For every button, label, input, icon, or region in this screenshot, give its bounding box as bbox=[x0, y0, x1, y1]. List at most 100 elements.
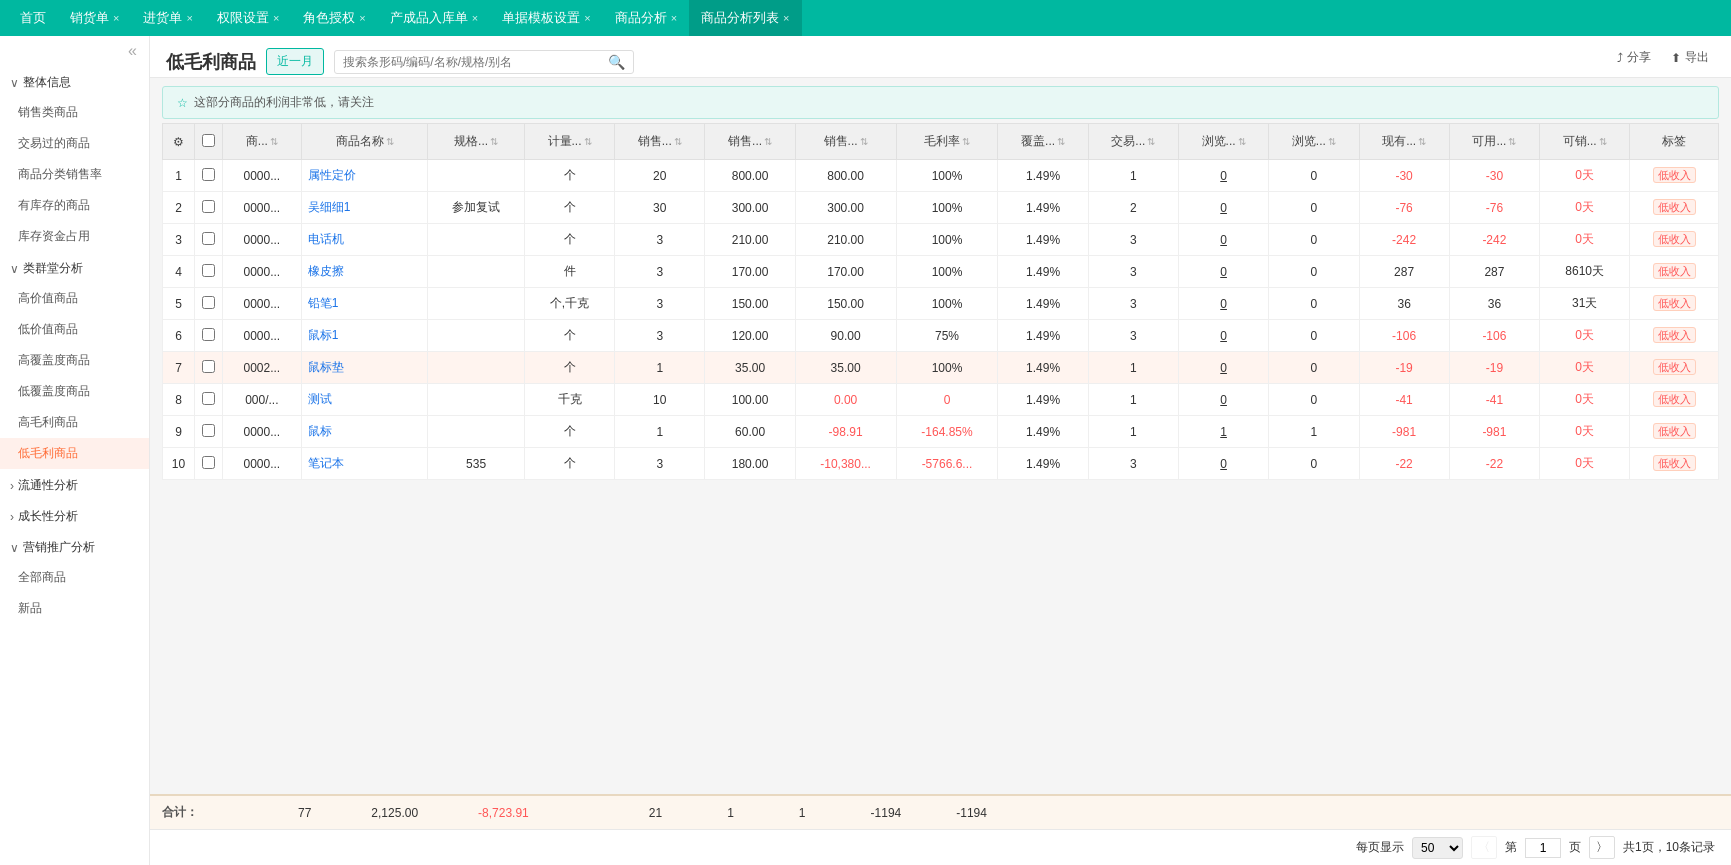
cell-browse1[interactable]: 0 bbox=[1178, 384, 1268, 416]
row-checkbox[interactable] bbox=[202, 392, 215, 405]
sidebar-item-high-value[interactable]: 高价值商品 bbox=[0, 283, 149, 314]
sidebar-group-growth[interactable]: › 成长性分析 bbox=[0, 500, 149, 531]
cell-browse1[interactable]: 0 bbox=[1178, 320, 1268, 352]
cell-name[interactable]: 鼠标 bbox=[301, 416, 428, 448]
row-checkbox[interactable] bbox=[202, 264, 215, 277]
nav-purchase-close[interactable]: × bbox=[186, 12, 192, 24]
row-checkbox[interactable] bbox=[202, 424, 215, 437]
sidebar-item-sales-products[interactable]: 销售类商品 bbox=[0, 97, 149, 128]
cell-browse1[interactable]: 0 bbox=[1178, 160, 1268, 192]
row-checkbox[interactable] bbox=[202, 168, 215, 181]
cell-checkbox[interactable] bbox=[195, 224, 223, 256]
table-row[interactable]: 5 0000... 铅笔1 个,千克 3 150.00 150.00 100% … bbox=[163, 288, 1719, 320]
cell-checkbox[interactable] bbox=[195, 160, 223, 192]
nav-permissions[interactable]: 权限设置 × bbox=[205, 0, 291, 36]
sidebar-group-circulation[interactable]: › 流通性分析 bbox=[0, 469, 149, 500]
nav-purchase[interactable]: 进货单 × bbox=[131, 0, 204, 36]
sidebar-item-inventory-products[interactable]: 有库存的商品 bbox=[0, 190, 149, 221]
nav-product-entry[interactable]: 产成品入库单 × bbox=[378, 0, 490, 36]
cell-checkbox[interactable] bbox=[195, 288, 223, 320]
row-checkbox[interactable] bbox=[202, 360, 215, 373]
nav-template-close[interactable]: × bbox=[584, 12, 590, 24]
nav-permissions-close[interactable]: × bbox=[273, 12, 279, 24]
sidebar-group-overall[interactable]: ∨ 整体信息 bbox=[0, 66, 149, 97]
nav-sales-close[interactable]: × bbox=[113, 12, 119, 24]
sidebar-item-low-coverage[interactable]: 低覆盖度商品 bbox=[0, 376, 149, 407]
export-button[interactable]: ⬆ 导出 bbox=[1665, 46, 1715, 69]
cell-name[interactable]: 笔记本 bbox=[301, 448, 428, 480]
col-settings[interactable]: ⚙ bbox=[163, 124, 195, 160]
cell-checkbox[interactable] bbox=[195, 256, 223, 288]
nav-template[interactable]: 单据模板设置 × bbox=[490, 0, 602, 36]
cell-name[interactable]: 测试 bbox=[301, 384, 428, 416]
nav-product-analysis-list[interactable]: 商品分析列表 × bbox=[689, 0, 801, 36]
cell-checkbox[interactable] bbox=[195, 416, 223, 448]
cell-browse1[interactable]: 0 bbox=[1178, 288, 1268, 320]
table-row[interactable]: 9 0000... 鼠标 个 1 60.00 -98.91 -164.85% 1… bbox=[163, 416, 1719, 448]
per-page-select[interactable]: 50 10 20 100 bbox=[1412, 837, 1463, 859]
table-row[interactable]: 2 0000... 吴细细1 参加复试 个 30 300.00 300.00 1… bbox=[163, 192, 1719, 224]
sidebar-item-high-margin[interactable]: 高毛利商品 bbox=[0, 407, 149, 438]
cell-checkbox[interactable] bbox=[195, 384, 223, 416]
sidebar-item-inventory-capital[interactable]: 库存资金占用 bbox=[0, 221, 149, 252]
table-row[interactable]: 3 0000... 电话机 个 3 210.00 210.00 100% 1.4… bbox=[163, 224, 1719, 256]
sidebar-item-new-products[interactable]: 新品 bbox=[0, 593, 149, 624]
cell-name[interactable]: 吴细细1 bbox=[301, 192, 428, 224]
table-row[interactable]: 6 0000... 鼠标1 个 3 120.00 90.00 75% 1.49%… bbox=[163, 320, 1719, 352]
cell-name[interactable]: 鼠标1 bbox=[301, 320, 428, 352]
search-input[interactable] bbox=[343, 55, 608, 69]
nav-roles-close[interactable]: × bbox=[359, 12, 365, 24]
sidebar-item-category-sales-rate[interactable]: 商品分类销售率 bbox=[0, 159, 149, 190]
cell-checkbox[interactable] bbox=[195, 320, 223, 352]
row-checkbox[interactable] bbox=[202, 232, 215, 245]
sidebar-item-traded-products[interactable]: 交易过的商品 bbox=[0, 128, 149, 159]
sidebar-group-cluster[interactable]: ∨ 类群堂分析 bbox=[0, 252, 149, 283]
table-row[interactable]: 8 000/... 测试 千克 10 100.00 0.00 0 1.49% 1… bbox=[163, 384, 1719, 416]
next-page-btn[interactable]: 〉 bbox=[1589, 836, 1615, 859]
cell-browse1[interactable]: 0 bbox=[1178, 352, 1268, 384]
cell-checkbox[interactable] bbox=[195, 192, 223, 224]
table-row[interactable]: 1 0000... 属性定价 个 20 800.00 800.00 100% 1… bbox=[163, 160, 1719, 192]
tab-recent-month[interactable]: 近一月 bbox=[266, 48, 324, 75]
cell-browse1[interactable]: 1 bbox=[1178, 416, 1268, 448]
cell-name[interactable]: 鼠标垫 bbox=[301, 352, 428, 384]
cell-browse1[interactable]: 0 bbox=[1178, 192, 1268, 224]
cell-browse1[interactable]: 0 bbox=[1178, 256, 1268, 288]
row-checkbox[interactable] bbox=[202, 200, 215, 213]
col-checkbox[interactable] bbox=[195, 124, 223, 160]
table-container[interactable]: ⚙ 商...⇅ 商品名称⇅ 规格...⇅ 计量...⇅ 销售...⇅ 销售...… bbox=[150, 123, 1731, 794]
nav-product-analysis-list-close[interactable]: × bbox=[783, 12, 789, 24]
nav-sales[interactable]: 销货单 × bbox=[58, 0, 131, 36]
nav-product-analysis-close[interactable]: × bbox=[671, 12, 677, 24]
sidebar-collapse-btn[interactable]: « bbox=[124, 42, 141, 60]
table-row[interactable]: 4 0000... 橡皮擦 件 3 170.00 170.00 100% 1.4… bbox=[163, 256, 1719, 288]
row-checkbox[interactable] bbox=[202, 296, 215, 309]
cell-name[interactable]: 铅笔1 bbox=[301, 288, 428, 320]
table-row[interactable]: 10 0000... 笔记本 535 个 3 180.00 -10,380...… bbox=[163, 448, 1719, 480]
select-all-checkbox[interactable] bbox=[202, 134, 215, 147]
nav-home[interactable]: 首页 bbox=[8, 0, 58, 36]
sidebar-item-low-margin[interactable]: 低毛利商品 bbox=[0, 438, 149, 469]
prev-page-btn[interactable]: 〈 bbox=[1471, 836, 1497, 859]
row-checkbox[interactable] bbox=[202, 456, 215, 469]
cell-name[interactable]: 属性定价 bbox=[301, 160, 428, 192]
sidebar-item-all-products[interactable]: 全部商品 bbox=[0, 562, 149, 593]
table-row[interactable]: 7 0002... 鼠标垫 个 1 35.00 35.00 100% 1.49%… bbox=[163, 352, 1719, 384]
nav-product-analysis[interactable]: 商品分析 × bbox=[603, 0, 689, 36]
search-icon[interactable]: 🔍 bbox=[608, 54, 625, 70]
row-checkbox[interactable] bbox=[202, 328, 215, 341]
cell-checkbox[interactable] bbox=[195, 448, 223, 480]
sidebar-group-marketing[interactable]: ∨ 营销推广分析 bbox=[0, 531, 149, 562]
nav-roles[interactable]: 角色授权 × bbox=[291, 0, 377, 36]
cell-checkbox[interactable] bbox=[195, 352, 223, 384]
sidebar-item-low-value[interactable]: 低价值商品 bbox=[0, 314, 149, 345]
cell-name[interactable]: 电话机 bbox=[301, 224, 428, 256]
cell-sales-amount: 300.00 bbox=[705, 192, 795, 224]
nav-product-entry-close[interactable]: × bbox=[472, 12, 478, 24]
cell-name[interactable]: 橡皮擦 bbox=[301, 256, 428, 288]
page-input[interactable] bbox=[1525, 838, 1561, 858]
share-button[interactable]: ⤴ 分享 bbox=[1611, 46, 1657, 69]
cell-browse1[interactable]: 0 bbox=[1178, 224, 1268, 256]
cell-browse1[interactable]: 0 bbox=[1178, 448, 1268, 480]
sidebar-item-high-coverage[interactable]: 高覆盖度商品 bbox=[0, 345, 149, 376]
